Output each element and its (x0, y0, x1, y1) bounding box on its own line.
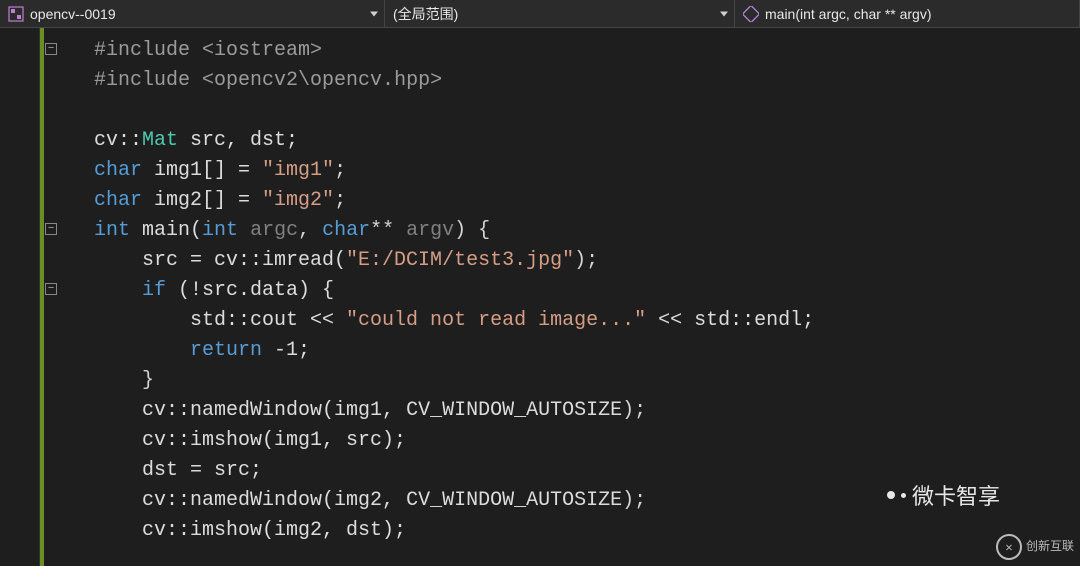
chevron-down-icon (720, 11, 728, 16)
gutter (0, 28, 40, 566)
project-icon (8, 6, 24, 22)
watermark-wechat: 微卡智享 (887, 479, 1000, 511)
dot-icon (901, 493, 906, 498)
watermark-logo: ✕ 创新互联 (996, 534, 1074, 560)
fold-toggle[interactable]: − (45, 283, 57, 295)
logo-icon: ✕ (996, 534, 1022, 560)
scope-label: (全局范围) (393, 4, 458, 24)
fold-toggle[interactable]: − (45, 43, 57, 55)
breadcrumb-bar: opencv--0019 (全局范围) main(int argc, char … (0, 0, 1080, 28)
watermark-text: 创新互联 (1026, 540, 1074, 553)
function-signature: main(int argc, char ** argv) (765, 6, 932, 22)
function-selector[interactable]: main(int argc, char ** argv) (735, 0, 1080, 27)
scope-selector[interactable]: (全局范围) (385, 0, 735, 27)
chevron-down-icon (370, 11, 378, 16)
watermark-text: 微卡智享 (912, 479, 1000, 511)
code-content: #include <iostream> #include <opencv2\op… (40, 28, 814, 566)
project-selector[interactable]: opencv--0019 (0, 0, 385, 27)
change-indicator (40, 28, 44, 566)
fold-toggle[interactable]: − (45, 223, 57, 235)
dot-icon (887, 491, 895, 499)
function-icon (743, 6, 759, 22)
project-name: opencv--0019 (30, 6, 116, 22)
